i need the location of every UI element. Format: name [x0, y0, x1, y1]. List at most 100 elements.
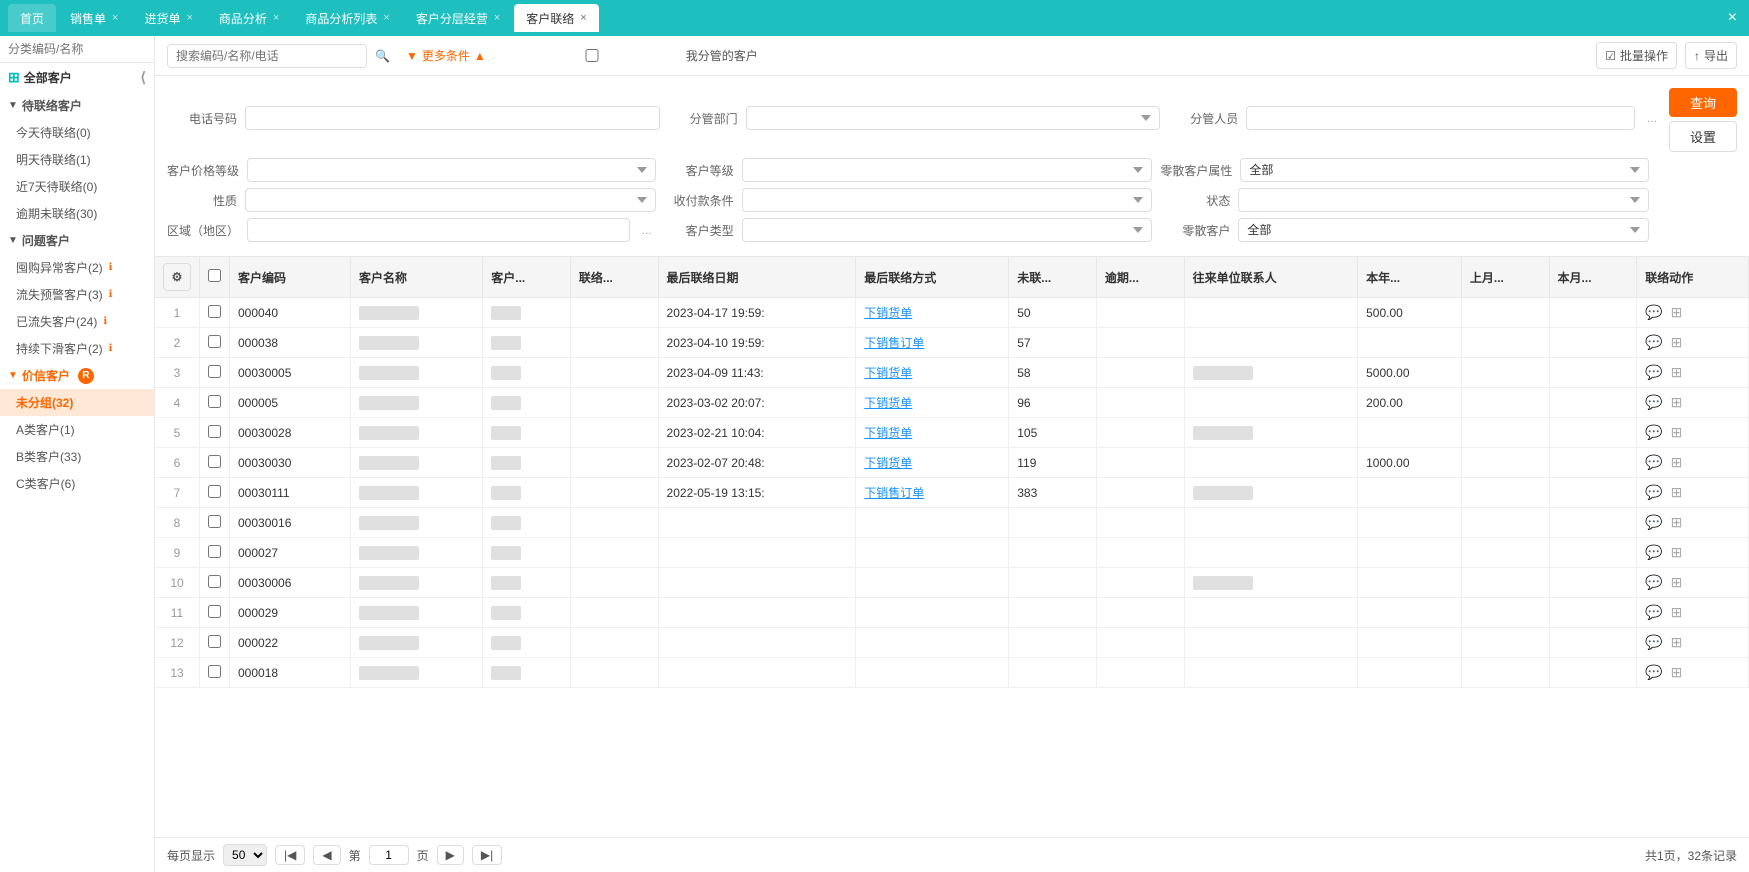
row-checkbox[interactable]: [208, 365, 221, 378]
row-checkbox[interactable]: [208, 425, 221, 438]
grid-icon[interactable]: ⊞: [1671, 334, 1683, 351]
grid-icon[interactable]: ⊞: [1671, 454, 1683, 471]
row-checkbox[interactable]: [208, 515, 221, 528]
row-checkbox[interactable]: [208, 665, 221, 678]
sidebar-item-declining[interactable]: 持续下滑客户(2) ℹ: [0, 335, 154, 362]
message-icon[interactable]: 💬: [1645, 634, 1662, 651]
row-checkbox[interactable]: [208, 605, 221, 618]
row-checkbox-cell[interactable]: [200, 538, 230, 568]
row-checkbox[interactable]: [208, 575, 221, 588]
sidebar-item-7days[interactable]: 近7天待联络(0): [0, 173, 154, 200]
message-icon[interactable]: 💬: [1645, 334, 1662, 351]
sidebar-item-lost[interactable]: 已流失客户(24) ℹ: [0, 308, 154, 335]
row-checkbox[interactable]: [208, 395, 221, 408]
sidebar-item-loss-warning[interactable]: 流失预警客户(3) ℹ: [0, 281, 154, 308]
nav-tab-analysis[interactable]: 商品分析 ×: [207, 4, 291, 32]
manager-ellipsis-btn[interactable]: ...: [1643, 111, 1661, 125]
grid-icon[interactable]: ⊞: [1671, 304, 1683, 321]
row-checkbox-cell[interactable]: [200, 298, 230, 328]
row-checkbox-cell[interactable]: [200, 328, 230, 358]
status-select[interactable]: [1238, 188, 1649, 212]
grid-icon[interactable]: ⊞: [1671, 544, 1683, 561]
grid-icon[interactable]: ⊞: [1671, 484, 1683, 501]
sidebar-item-a-class[interactable]: A类客户(1): [0, 416, 154, 443]
grid-icon[interactable]: ⊞: [1671, 574, 1683, 591]
customer-type-select[interactable]: [742, 218, 1153, 242]
purchase-tab-close-icon[interactable]: ×: [186, 12, 192, 24]
last-method-link[interactable]: 下销货单: [864, 306, 912, 320]
last-method-link[interactable]: 下销货单: [864, 426, 912, 440]
window-close-button[interactable]: ×: [1724, 5, 1741, 31]
region-ellipsis-btn[interactable]: ...: [638, 223, 656, 237]
message-icon[interactable]: 💬: [1645, 484, 1662, 501]
sidebar-collapse-icon[interactable]: ⟨: [141, 69, 146, 86]
nav-tab-sales[interactable]: 销售单 ×: [58, 4, 130, 32]
select-all-checkbox[interactable]: [208, 269, 221, 282]
row-checkbox[interactable]: [208, 455, 221, 468]
th-checkbox[interactable]: [200, 257, 230, 298]
dept-select[interactable]: [746, 106, 1161, 130]
phone-input[interactable]: [245, 106, 660, 130]
message-icon[interactable]: 💬: [1645, 364, 1662, 381]
manager-input[interactable]: [1246, 106, 1635, 130]
last-method-link[interactable]: 下销货单: [864, 366, 912, 380]
region-input[interactable]: [247, 218, 630, 242]
row-checkbox-cell[interactable]: [200, 658, 230, 688]
row-checkbox-cell[interactable]: [200, 478, 230, 508]
nav-tab-customer-segmentation[interactable]: 客户分层经营 ×: [404, 4, 512, 32]
grid-icon[interactable]: ⊞: [1671, 514, 1683, 531]
search-input[interactable]: [167, 44, 367, 68]
nav-tab-purchase[interactable]: 进货单 ×: [132, 4, 204, 32]
export-button[interactable]: ↑ 导出: [1685, 42, 1737, 69]
grid-icon[interactable]: ⊞: [1671, 634, 1683, 651]
grid-icon[interactable]: ⊞: [1671, 364, 1683, 381]
contact-tab-close-icon[interactable]: ×: [580, 12, 586, 24]
my-customers-check[interactable]: [502, 49, 682, 62]
row-checkbox-cell[interactable]: [200, 508, 230, 538]
customer-level-select[interactable]: [742, 158, 1153, 182]
sidebar-item-ungroup[interactable]: 未分组(32): [0, 389, 154, 416]
last-method-link[interactable]: 下销售订单: [864, 336, 924, 350]
last-method-link[interactable]: 下销售订单: [864, 486, 924, 500]
row-checkbox-cell[interactable]: [200, 388, 230, 418]
message-icon[interactable]: 💬: [1645, 424, 1662, 441]
sidebar-item-tomorrow[interactable]: 明天待联络(1): [0, 146, 154, 173]
batch-ops-button[interactable]: ☑ 批量操作: [1596, 42, 1677, 69]
sidebar-item-c-class[interactable]: C类客户(6): [0, 470, 154, 497]
row-checkbox[interactable]: [208, 545, 221, 558]
row-checkbox[interactable]: [208, 305, 221, 318]
problem-group-header[interactable]: ▼ 问题客户: [0, 227, 154, 254]
grid-icon[interactable]: ⊞: [1671, 604, 1683, 621]
row-checkbox[interactable]: [208, 335, 221, 348]
row-checkbox-cell[interactable]: [200, 628, 230, 658]
message-icon[interactable]: 💬: [1645, 304, 1662, 321]
grid-icon[interactable]: ⊞: [1671, 424, 1683, 441]
sales-tab-close-icon[interactable]: ×: [112, 12, 118, 24]
sidebar-item-overdue[interactable]: 逾期未联络(30): [0, 200, 154, 227]
prev-page-button[interactable]: ◀: [313, 845, 340, 865]
sidebar-item-stockpile[interactable]: 囤购异常客户(2) ℹ: [0, 254, 154, 281]
row-checkbox[interactable]: [208, 485, 221, 498]
my-customers-checkbox[interactable]: 我分管的客户: [502, 47, 758, 64]
message-icon[interactable]: 💬: [1645, 604, 1662, 621]
payment-select[interactable]: [742, 188, 1153, 212]
search-icon[interactable]: 🔍: [375, 49, 390, 63]
th-settings[interactable]: ⚙: [155, 257, 200, 298]
nav-tab-customer-contact[interactable]: 客户联络 ×: [514, 4, 598, 32]
row-checkbox-cell[interactable]: [200, 598, 230, 628]
row-checkbox-cell[interactable]: [200, 568, 230, 598]
more-conditions-button[interactable]: ▼ 更多条件 ▲: [398, 43, 494, 68]
nav-tab-home[interactable]: 首页: [8, 4, 56, 32]
analysis-tab-close-icon[interactable]: ×: [273, 12, 279, 24]
grid-icon[interactable]: ⊞: [1671, 394, 1683, 411]
analysis-list-tab-close-icon[interactable]: ×: [383, 12, 389, 24]
row-checkbox-cell[interactable]: [200, 418, 230, 448]
message-icon[interactable]: 💬: [1645, 664, 1662, 681]
sidebar-item-b-class[interactable]: B类客户(33): [0, 443, 154, 470]
all-customers-header[interactable]: ⊞ 全部客户 ⟨: [0, 63, 154, 92]
credit-group-header[interactable]: ▼ 价信客户 R: [0, 362, 154, 389]
message-icon[interactable]: 💬: [1645, 514, 1662, 531]
retail-customer-select[interactable]: 全部: [1238, 218, 1649, 242]
row-checkbox-cell[interactable]: [200, 358, 230, 388]
search-button[interactable]: 查询: [1669, 88, 1737, 117]
